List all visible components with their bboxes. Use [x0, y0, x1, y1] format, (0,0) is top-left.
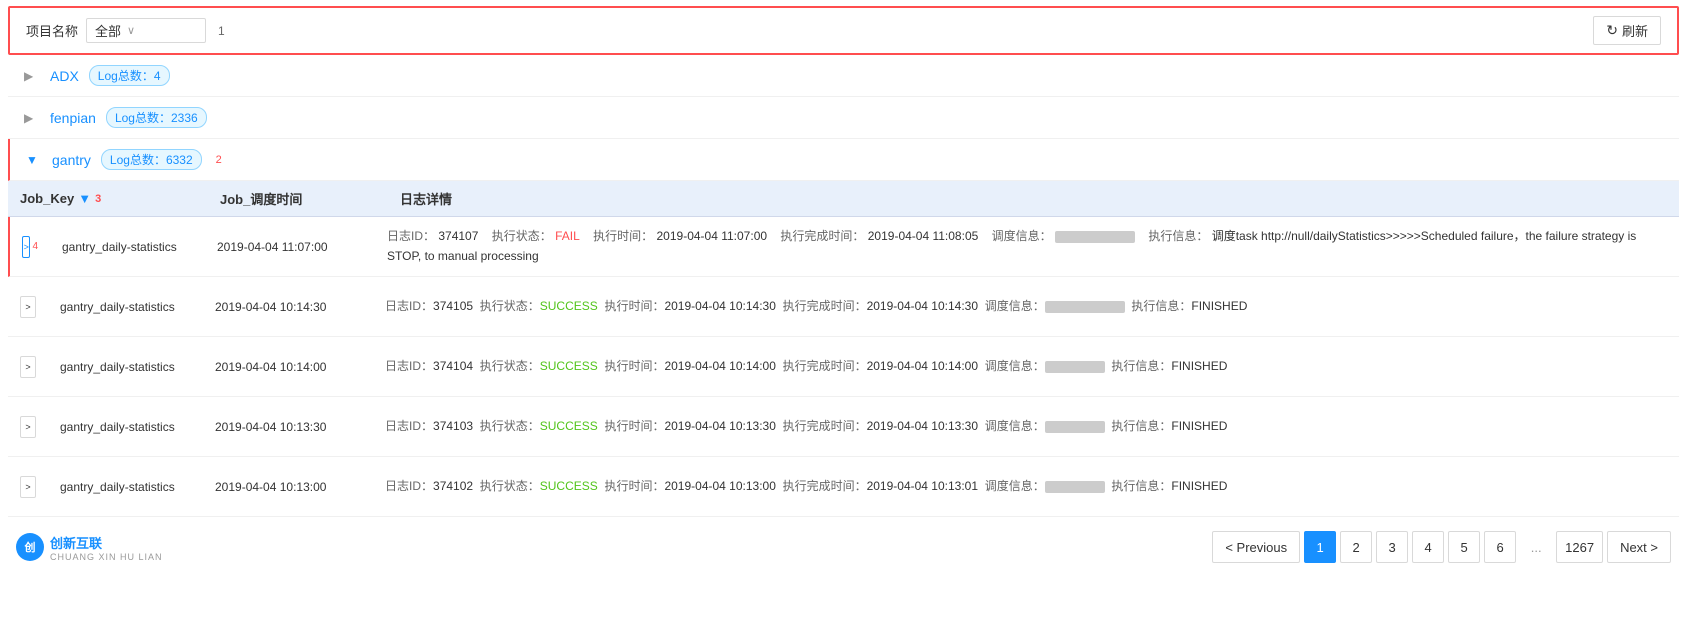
- top-filter-bar: 项目名称 全部 ∨ 1 ↻ 刷新: [8, 6, 1679, 55]
- blurred-dispatch-3: [1045, 361, 1105, 373]
- col-header-jobkey: Job_Key ▼ 3: [8, 191, 208, 206]
- expand-arrow-gantry: ▼: [26, 153, 42, 167]
- row-time-2: 2019-04-04 10:14:30: [203, 277, 373, 336]
- page-btn-6[interactable]: 6: [1484, 531, 1516, 563]
- page-ellipsis: ...: [1520, 531, 1552, 563]
- row-expand-cell-5: >: [8, 457, 48, 516]
- pagination-area: 创 创新互联 CHUANG XIN HU LIAN < Previous 1 2…: [0, 517, 1687, 577]
- row-time-5: 2019-04-04 10:13:00: [203, 457, 373, 516]
- page-btn-4[interactable]: 4: [1412, 531, 1444, 563]
- row-expand-cell-2: >: [8, 277, 48, 336]
- project-list: ▶ ADX Log总数：4 ▶ fenpian Log总数：2336 ▼ gan…: [8, 55, 1679, 181]
- project-label: 项目名称: [26, 21, 78, 40]
- expand-button-5[interactable]: >: [20, 476, 36, 498]
- refresh-label: 刷新: [1622, 21, 1648, 40]
- refresh-icon: ↻: [1606, 22, 1618, 39]
- log-badge-adx: Log总数：4: [89, 65, 170, 86]
- col-header-time: Job_调度时间: [208, 189, 388, 208]
- logo-sub: CHUANG XIN HU LIAN: [50, 552, 163, 562]
- table-row: > gantry_daily-statistics 2019-04-04 10:…: [8, 277, 1679, 337]
- page-btn-2[interactable]: 2: [1340, 531, 1372, 563]
- row-time-1: 2019-04-04 11:07:00: [205, 217, 375, 276]
- row-time-4: 2019-04-04 10:13:30: [203, 397, 373, 456]
- project-select-value: 全部: [95, 21, 121, 40]
- log-table: Job_Key ▼ 3 Job_调度时间 日志详情 > 4 gantry_dai…: [8, 181, 1679, 517]
- row-jobkey-4: gantry_daily-statistics: [48, 397, 203, 456]
- blurred-dispatch-1: [1055, 231, 1135, 243]
- project-name-fenpian: fenpian: [50, 110, 96, 126]
- row-expand-cell-4: >: [8, 397, 48, 456]
- row-jobkey-2: gantry_daily-statistics: [48, 277, 203, 336]
- blurred-dispatch-4: [1045, 421, 1105, 433]
- logo-icon: 创: [16, 533, 44, 561]
- project-row-gantry[interactable]: ▼ gantry Log总数：6332 2: [8, 139, 1679, 181]
- row-jobkey-3: gantry_daily-statistics: [48, 337, 203, 396]
- col-num-badge: 3: [95, 193, 101, 205]
- row-jobkey-1: gantry_daily-statistics: [50, 217, 205, 276]
- table-row: > gantry_daily-statistics 2019-04-04 10:…: [8, 457, 1679, 517]
- pagination-controls: < Previous 1 2 3 4 5 6 ... 1267 Next >: [1212, 531, 1671, 563]
- row-detail-1: 日志ID： 374107 执行状态： FAIL 执行时间： 2019-04-04…: [375, 217, 1679, 276]
- page-btn-last[interactable]: 1267: [1556, 531, 1603, 563]
- table-header: Job_Key ▼ 3 Job_调度时间 日志详情: [8, 181, 1679, 217]
- row-expand-cell-1: > 4: [10, 217, 50, 276]
- blurred-dispatch-2: [1045, 301, 1125, 313]
- filter-num-badge: 1: [218, 24, 225, 38]
- row-detail-3: 日志ID： 374104 执行状态： SUCCESS 执行时间： 2019-04…: [373, 337, 1679, 396]
- row-expand-cell-3: >: [8, 337, 48, 396]
- expand-button-3[interactable]: >: [20, 356, 36, 378]
- page-btn-3[interactable]: 3: [1376, 531, 1408, 563]
- next-button[interactable]: Next >: [1607, 531, 1671, 563]
- gantry-num-badge: 2: [216, 154, 222, 166]
- expand-button-4[interactable]: >: [20, 416, 36, 438]
- col-header-detail: 日志详情: [388, 189, 1679, 208]
- row-num-4: 4: [32, 241, 38, 252]
- expand-arrow-adx: ▶: [24, 69, 40, 83]
- project-row-adx[interactable]: ▶ ADX Log总数：4: [8, 55, 1679, 97]
- page-btn-5[interactable]: 5: [1448, 531, 1480, 563]
- project-name-adx: ADX: [50, 68, 79, 84]
- project-row-fenpian[interactable]: ▶ fenpian Log总数：2336: [8, 97, 1679, 139]
- row-jobkey-5: gantry_daily-statistics: [48, 457, 203, 516]
- project-filter-left: 项目名称 全部 ∨ 1: [26, 18, 225, 43]
- project-name-gantry: gantry: [52, 152, 91, 168]
- project-select-dropdown[interactable]: 全部 ∨: [86, 18, 206, 43]
- row-detail-2: 日志ID： 374105 执行状态： SUCCESS 执行时间： 2019-04…: [373, 277, 1679, 336]
- logo-area: 创 创新互联 CHUANG XIN HU LIAN: [16, 533, 163, 562]
- expand-button-1[interactable]: >: [22, 236, 30, 258]
- row-detail-5: 日志ID： 374102 执行状态： SUCCESS 执行时间： 2019-04…: [373, 457, 1679, 516]
- table-row: > gantry_daily-statistics 2019-04-04 10:…: [8, 397, 1679, 457]
- table-row: > gantry_daily-statistics 2019-04-04 10:…: [8, 337, 1679, 397]
- expand-button-2[interactable]: >: [20, 296, 36, 318]
- row-time-3: 2019-04-04 10:14:00: [203, 337, 373, 396]
- log-badge-fenpian: Log总数：2336: [106, 107, 207, 128]
- row-detail-4: 日志ID： 374103 执行状态： SUCCESS 执行时间： 2019-04…: [373, 397, 1679, 456]
- refresh-button[interactable]: ↻ 刷新: [1593, 16, 1661, 45]
- page-btn-1[interactable]: 1: [1304, 531, 1336, 563]
- filter-icon[interactable]: ▼: [78, 191, 91, 206]
- table-row: > 4 gantry_daily-statistics 2019-04-04 1…: [8, 217, 1679, 277]
- expand-arrow-fenpian: ▶: [24, 111, 40, 125]
- prev-button[interactable]: < Previous: [1212, 531, 1300, 563]
- blurred-dispatch-5: [1045, 481, 1105, 493]
- chevron-down-icon: ∨: [127, 24, 135, 37]
- logo-text: 创新互联: [50, 533, 163, 552]
- log-badge-gantry: Log总数：6332: [101, 149, 202, 170]
